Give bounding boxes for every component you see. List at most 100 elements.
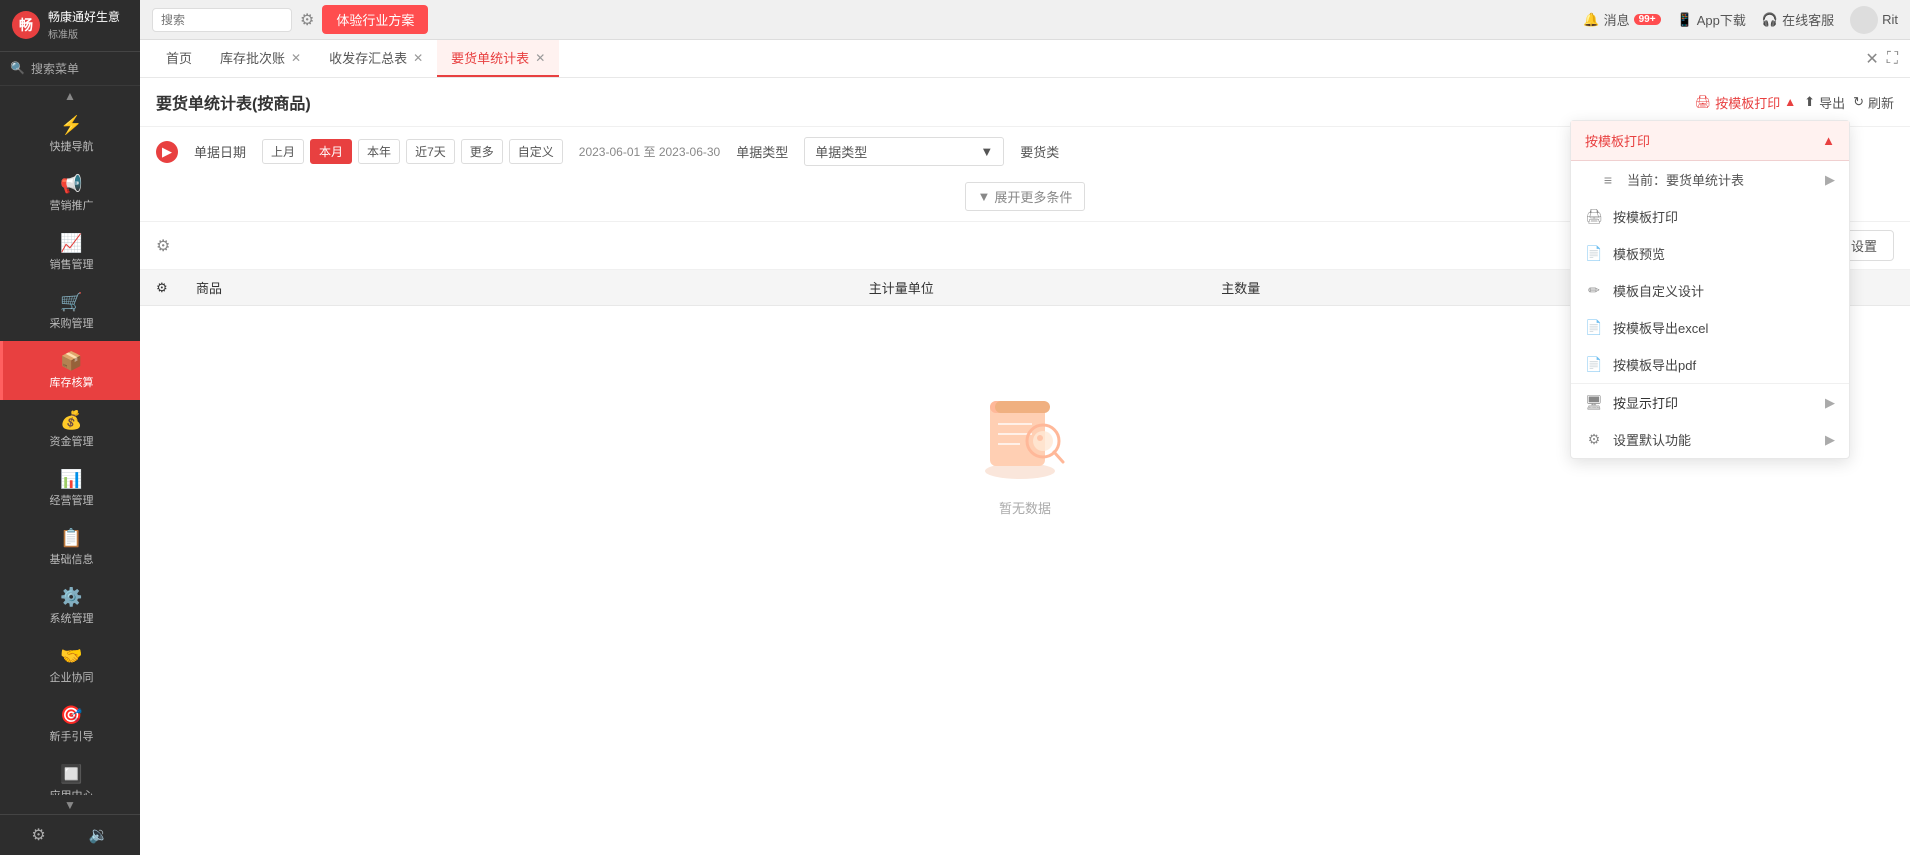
audio-icon[interactable]: 🔉 — [89, 825, 109, 845]
th-product: 商品 — [180, 278, 853, 297]
close-tab-receipts-summary[interactable]: ✕ — [413, 51, 423, 65]
th-checkbox: ⚙ — [140, 280, 180, 296]
sidebar-item-app-center[interactable]: 🔲 应用中心 — [0, 754, 140, 795]
sidebar-item-system[interactable]: ⚙️ 系统管理 — [0, 577, 140, 636]
topbar-gear-icon[interactable]: ⚙ — [300, 10, 314, 30]
sidebar: 畅 畅康通好生意 标准版 🔍 搜索菜单 ▲ ⚡ 快捷导航 📢 营销推广 📈 销售… — [0, 0, 140, 855]
notifications-item[interactable]: 🔔 消息 99+ — [1583, 10, 1660, 29]
dropdown-item-set-default[interactable]: ⚙ 设置默认功能 ▶ — [1571, 421, 1849, 458]
settings-col-icon[interactable]: ⚙ — [156, 280, 168, 295]
notification-badge: 99+ — [1634, 14, 1661, 25]
date-range-display: 2023-06-01 至 2023-06-30 — [579, 143, 720, 160]
empty-illustration — [965, 386, 1085, 486]
user-profile-item[interactable]: Rit — [1850, 6, 1898, 34]
inventory-icon: 📦 — [60, 351, 82, 372]
template-excel-icon: 📄 — [1585, 319, 1603, 336]
print-dropdown-panel: 按模板打印 ▲ ≡ 当前：要货单统计表 ▶ 🖨 按模板打印 📄 模板预览 ✏ 模… — [1570, 120, 1850, 459]
table-settings-icon[interactable]: ⚙ — [156, 236, 170, 256]
tab-order-stats[interactable]: 要货单统计表 ✕ — [437, 40, 559, 77]
expand-more-button[interactable]: ▼ 展开更多条件 — [965, 182, 1086, 211]
type-filter-label: 单据类型 — [736, 142, 788, 161]
sidebar-item-guide[interactable]: 🎯 新手引导 — [0, 695, 140, 754]
this-year-button[interactable]: 本年 — [358, 139, 400, 164]
sidebar-bottom: ⚙ 🔉 — [0, 814, 140, 855]
dropdown-collapse-arrow[interactable]: ▲ — [1822, 133, 1835, 148]
scroll-up-button[interactable]: ▲ — [64, 90, 76, 102]
close-tab-batch-account[interactable]: ✕ — [291, 51, 301, 65]
page-wrapper: 要货单统计表(按商品) 🖨 按模板打印 ▲ ⬆ 导出 ↻ 刷新 — [140, 78, 1910, 855]
th-unit: 主计量单位 — [853, 278, 1205, 297]
sidebar-item-sales[interactable]: 📈 销售管理 — [0, 223, 140, 282]
purchase-icon: 🛒 — [60, 292, 82, 313]
template-pdf-icon: 📄 — [1585, 356, 1603, 373]
print-template-button[interactable]: 🖨 按模板打印 ▲ — [1695, 93, 1796, 112]
this-month-button[interactable]: 本月 — [310, 139, 352, 164]
type-filter-select[interactable]: 单据类型 ▼ — [804, 137, 1004, 166]
settings-icon[interactable]: ⚙ — [31, 825, 45, 845]
app-logo: 畅 畅康通好生意 标准版 — [0, 0, 140, 52]
topbar-left: ⚙ 体验行业方案 — [152, 5, 428, 34]
tabs-bar: 首页 库存批次账 ✕ 收发存汇总表 ✕ 要货单统计表 ✕ ✕ ⛶ — [140, 40, 1910, 78]
more-button[interactable]: 更多 — [461, 139, 503, 164]
sidebar-item-inventory[interactable]: 📦 库存核算 — [0, 341, 140, 400]
guide-icon: 🎯 — [60, 705, 82, 726]
empty-text: 暂无数据 — [999, 498, 1051, 517]
sidebar-item-base-info[interactable]: 📋 基础信息 — [0, 518, 140, 577]
close-tab-order-stats[interactable]: ✕ — [535, 51, 545, 65]
export-button[interactable]: ⬆ 导出 — [1804, 93, 1845, 112]
custom-button[interactable]: 自定义 — [509, 139, 563, 164]
dropdown-item-display-print[interactable]: 🖥 按显示打印 ▶ — [1571, 383, 1849, 421]
search-input[interactable] — [152, 8, 292, 32]
filter-dates: 上月 本月 本年 近7天 更多 自定义 — [262, 139, 563, 164]
topbar: ⚙ 体验行业方案 🔔 消息 99+ 📱 App下载 🎧 在线客服 Rit — [140, 0, 1910, 40]
prev-month-button[interactable]: 上月 — [262, 139, 304, 164]
main-content: ⚙ 体验行业方案 🔔 消息 99+ 📱 App下载 🎧 在线客服 Rit — [140, 0, 1910, 855]
tab-home[interactable]: 首页 — [152, 40, 206, 77]
template-print-icon: 🖨 — [1585, 208, 1603, 225]
dropdown-item-template-custom[interactable]: ✏ 模板自定义设计 — [1571, 272, 1849, 309]
display-print-icon: 🖥 — [1585, 394, 1603, 411]
refresh-button[interactable]: ↻ 刷新 — [1853, 93, 1894, 112]
printer-icon: 🖨 — [1695, 94, 1712, 110]
tabs-controls: ✕ ⛶ — [1865, 49, 1898, 69]
quick-nav-icon: ⚡ — [60, 115, 82, 136]
app-download-item[interactable]: 📱 App下载 — [1677, 10, 1746, 29]
topbar-right: 🔔 消息 99+ 📱 App下载 🎧 在线客服 Rit — [1583, 6, 1898, 34]
th-qty: 主数量 — [1205, 278, 1557, 297]
dropdown-current-template[interactable]: ≡ 当前：要货单统计表 ▶ — [1571, 161, 1849, 198]
headset-icon: 🎧 — [1762, 12, 1778, 28]
sidebar-item-operations[interactable]: 📊 经营管理 — [0, 459, 140, 518]
operations-icon: 📊 — [60, 469, 82, 490]
sidebar-item-marketing[interactable]: 📢 营销推广 — [0, 164, 140, 223]
filter-toggle-icon[interactable]: ▶ — [156, 141, 178, 163]
base-info-icon: 📋 — [60, 528, 82, 549]
template-custom-icon: ✏ — [1585, 282, 1603, 299]
set-default-icon: ⚙ — [1585, 431, 1603, 448]
template-preview-icon: 📄 — [1585, 245, 1603, 262]
online-service-item[interactable]: 🎧 在线客服 — [1762, 10, 1834, 29]
close-all-tabs-button[interactable]: ✕ — [1865, 49, 1878, 69]
last-7-days-button[interactable]: 近7天 — [406, 139, 455, 164]
finance-icon: 💰 — [60, 410, 82, 431]
dropdown-item-template-pdf[interactable]: 📄 按模板导出pdf — [1571, 346, 1849, 383]
sidebar-item-collab[interactable]: 🤝 企业协同 — [0, 636, 140, 695]
dropdown-item-template-preview[interactable]: 📄 模板预览 — [1571, 235, 1849, 272]
dropdown-item-template-excel[interactable]: 📄 按模板导出excel — [1571, 309, 1849, 346]
collab-icon: 🤝 — [60, 646, 82, 667]
bell-icon: 🔔 — [1583, 12, 1599, 28]
maximize-button[interactable]: ⛶ — [1887, 49, 1898, 69]
tab-receipts-summary[interactable]: 收发存汇总表 ✕ — [315, 40, 437, 77]
dropdown-item-template-print[interactable]: 🖨 按模板打印 — [1571, 198, 1849, 235]
export-icon: ⬆ — [1804, 94, 1815, 110]
sidebar-item-quick-nav[interactable]: ⚡ 快捷导航 — [0, 105, 140, 164]
tab-batch-account[interactable]: 库存批次账 ✕ — [206, 40, 315, 77]
trial-button[interactable]: 体验行业方案 — [322, 5, 428, 34]
sidebar-item-finance[interactable]: 💰 资金管理 — [0, 400, 140, 459]
current-template-icon: ≡ — [1599, 172, 1617, 188]
set-default-arrow: ▶ — [1825, 432, 1835, 448]
search-menu[interactable]: 🔍 搜索菜单 — [0, 52, 140, 86]
sidebar-item-purchase[interactable]: 🛒 采购管理 — [0, 282, 140, 341]
app-center-icon: 🔲 — [60, 764, 82, 785]
avatar — [1850, 6, 1878, 34]
scroll-down-button[interactable]: ▼ — [64, 799, 76, 811]
